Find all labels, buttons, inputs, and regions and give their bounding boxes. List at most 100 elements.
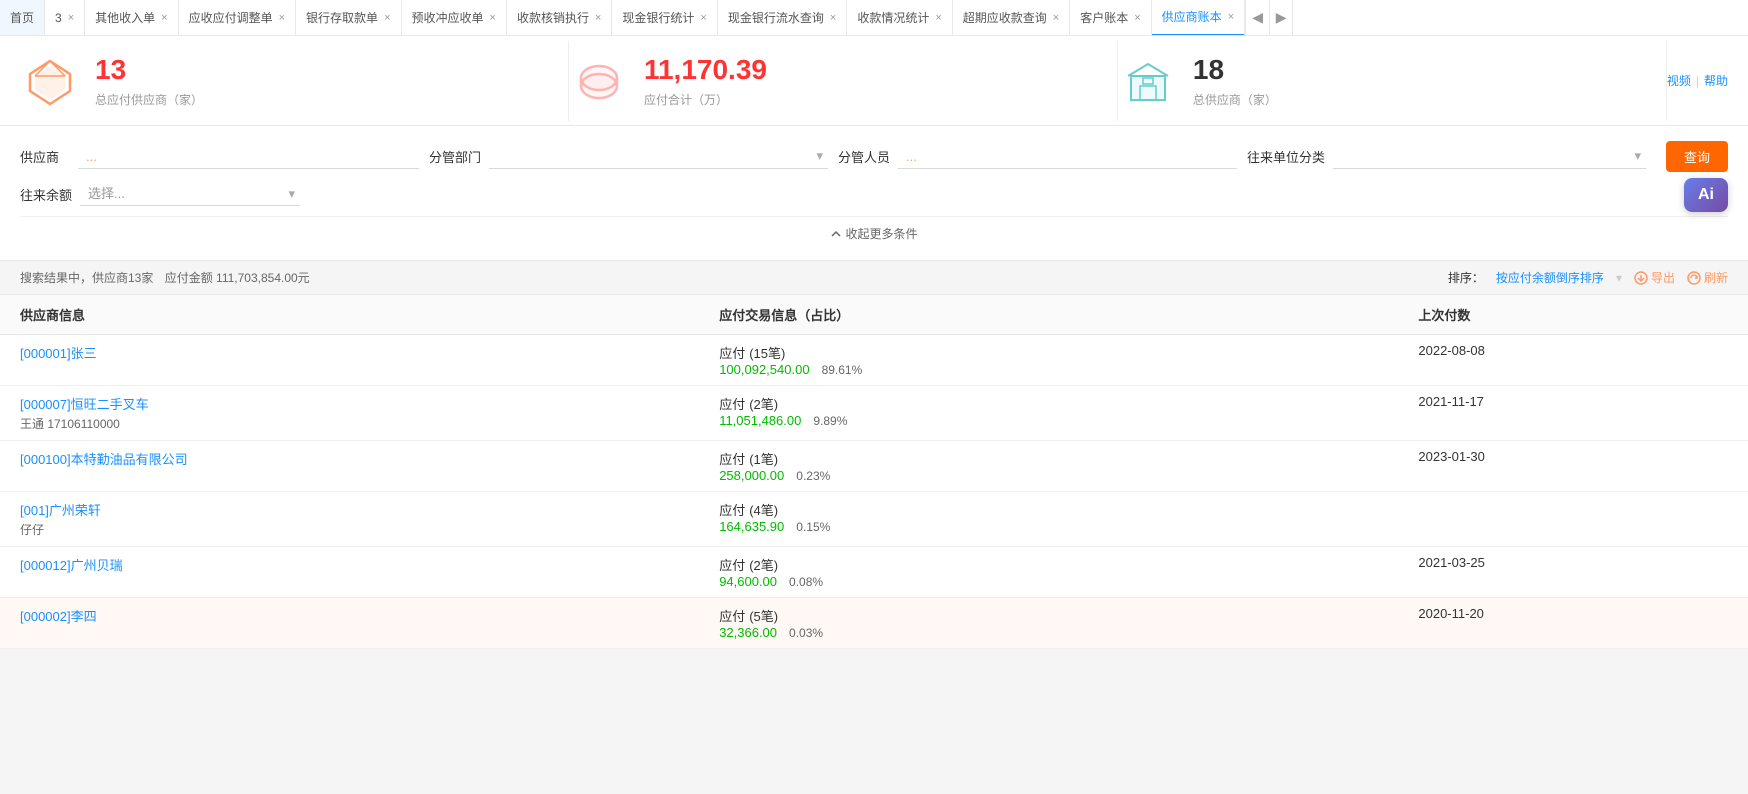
supplier-link[interactable]: [000007]恒旺二手叉车 [20,397,149,412]
nav-tab-collection-verify[interactable]: 收款核销执行 × [507,0,612,36]
refresh-button[interactable]: 刷新 [1687,269,1728,286]
tx-pct: 0.08% [789,575,823,589]
supplier-input[interactable] [78,145,419,169]
nav-tab-cash-flow[interactable]: 现金银行流水查询 × [718,0,847,36]
supplier-link[interactable]: [000100]本特勤油品有限公司 [20,452,188,467]
nav-tab-3-label: 3 [55,11,62,25]
tx-cell: 应付 (2笔)11,051,486.009.89% [699,386,1398,441]
close-icon[interactable]: × [161,12,167,24]
supplier-link[interactable]: [001]广州荣轩 [20,503,101,518]
nav-tab-collection-stat[interactable]: 收款情况统计 × [847,0,952,36]
close-icon[interactable]: × [1228,11,1234,23]
sort-select[interactable]: 按应付余额倒序排序 [1496,269,1604,286]
nav-tab-cash-bank-stat[interactable]: 现金银行统计 × [612,0,717,36]
category-select[interactable] [1333,145,1646,168]
stat-number-suppliers: 13 [95,53,203,87]
dept-select[interactable] [489,145,828,168]
export-button[interactable]: 导出 [1634,269,1675,286]
supplier-link[interactable]: [000001]张三 [20,346,97,361]
close-icon[interactable]: × [700,12,706,24]
nav-tab-supplier-account[interactable]: 供应商账本 × [1152,0,1245,36]
query-button[interactable]: 查询 [1666,141,1728,172]
video-link[interactable]: 视频 [1667,72,1691,89]
supplier-sub-info: 王通 17106110000 [20,415,679,432]
tx-label: 应付 [719,503,745,518]
close-icon[interactable]: × [595,12,601,24]
nav-tab-supplier-account-label: 供应商账本 [1162,8,1222,25]
page-wrapper: 首页 3 × 其他收入单 × 应收应付调整单 × 银行存取款单 × 预收冲应收单… [0,0,1748,794]
filter-dept: 分管部门 ▾ [429,145,828,169]
collapse-button[interactable]: 收起更多条件 [814,221,934,246]
stat-text-suppliers: 13 总应付供应商（家） [95,53,203,108]
nav-tab-advance-collect[interactable]: 预收冲应收单 × [402,0,507,36]
help-link[interactable]: 帮助 [1704,72,1728,89]
balance-select[interactable]: 选择... [80,182,300,205]
nav-arrow-right[interactable]: ▶ [1269,0,1293,36]
nav-tab-collection-verify-label: 收款核销执行 [517,9,589,26]
collapse-label: 收起更多条件 [845,225,917,242]
amount-link[interactable]: 164,635.90 [719,519,784,534]
table-header-row: 供应商信息 应付交易信息（占比） 上次付数 [0,295,1748,335]
close-icon[interactable]: × [1134,12,1140,24]
amount-link[interactable]: 94,600.00 [719,574,777,589]
tx-label: 应付 [719,397,745,412]
refresh-icon [1687,271,1701,285]
supplier-link[interactable]: [000002]李四 [20,609,97,624]
tx-bottom: 11,051,486.009.89% [719,413,1378,428]
amount-link[interactable]: 11,051,486.00 [719,413,801,428]
close-icon[interactable]: × [1053,12,1059,24]
top-nav: 首页 3 × 其他收入单 × 应收应付调整单 × 银行存取款单 × 预收冲应收单… [0,0,1748,36]
supplier-cell: [000007]恒旺二手叉车王通 17106110000 [0,386,699,441]
last-pay-cell: 2023-01-30 [1398,441,1748,492]
nav-tab-ar-ap-adjust[interactable]: 应收应付调整单 × [179,0,296,36]
tx-pct: 0.03% [789,626,823,640]
tx-top: 应付(4笔) [719,500,1378,519]
result-bar: 搜索结果中，供应商13家 应付金额 111,703,854.00元 排序： 按应… [0,261,1748,295]
table-row: [000100]本特勤油品有限公司应付(1笔)258,000.000.23%20… [0,441,1748,492]
nav-tab-bank-deposit-label: 银行存取款单 [306,9,378,26]
nav-tab-overdue-ar[interactable]: 超期应收款查询 × [953,0,1070,36]
nav-tab-ar-ap-adjust-label: 应收应付调整单 [189,9,273,26]
stat-number-total-suppliers: 18 [1193,53,1277,87]
close-icon[interactable]: × [830,12,836,24]
tx-bottom: 258,000.000.23% [719,468,1378,483]
filter-person: 分管人员 [838,145,1237,169]
tx-bottom: 32,366.00 0.03% [719,625,1378,640]
nav-tab-cash-bank-stat-label: 现金银行统计 [622,9,694,26]
nav-tab-3[interactable]: 3 × [45,0,85,36]
nav-tab-advance-collect-label: 预收冲应收单 [412,9,484,26]
table-row: [001]广州荣轩仔仔应付(4笔)164,635.900.15% [0,492,1748,547]
nav-tab-customer-account[interactable]: 客户账本 × [1070,0,1151,36]
person-label: 分管人员 [838,147,890,166]
result-text: 搜索结果中，供应商13家 [20,271,153,285]
tx-top: 应付(5笔) [719,606,1378,625]
table-container: 供应商信息 应付交易信息（占比） 上次付数 [000001]张三应付(15笔)1… [0,295,1748,649]
ai-badge[interactable]: Ai [1684,178,1728,212]
tx-count: (5笔) [749,609,778,624]
tx-count: (2笔) [749,397,778,412]
nav-arrow-left[interactable]: ◀ [1245,0,1269,36]
close-icon[interactable]: × [935,12,941,24]
tx-pct: 0.15% [796,520,830,534]
amount-link[interactable]: 32,366.00 [719,625,777,640]
nav-tab-customer-account-label: 客户账本 [1080,9,1128,26]
nav-tab-bank-deposit[interactable]: 银行存取款单 × [296,0,401,36]
nav-tab-home[interactable]: 首页 [0,0,45,36]
close-icon[interactable]: × [384,12,390,24]
tx-label: 应付 [719,452,745,467]
table-row: [000012]广州贝瑞应付(2笔)94,600.000.08%2021-03-… [0,547,1748,598]
person-input[interactable] [898,145,1237,169]
tx-cell: 应付(15笔)100,092,540.0089.61% [699,335,1398,386]
close-icon[interactable]: × [68,12,74,24]
close-icon[interactable]: × [279,12,285,24]
data-table: 供应商信息 应付交易信息（占比） 上次付数 [000001]张三应付(15笔)1… [0,295,1748,649]
category-label: 往来单位分类 [1247,147,1325,166]
nav-tab-home-label: 首页 [10,9,34,26]
amount-link[interactable]: 100,092,540.00 [719,362,809,377]
amount-link[interactable]: 258,000.00 [719,468,784,483]
tx-count: (15笔) [749,346,785,361]
close-icon[interactable]: × [490,12,496,24]
table-row: [000007]恒旺二手叉车王通 17106110000 应付 (2笔)11,051… [0,386,1748,441]
nav-tab-other-income[interactable]: 其他收入单 × [85,0,178,36]
supplier-link[interactable]: [000012]广州贝瑞 [20,558,123,573]
